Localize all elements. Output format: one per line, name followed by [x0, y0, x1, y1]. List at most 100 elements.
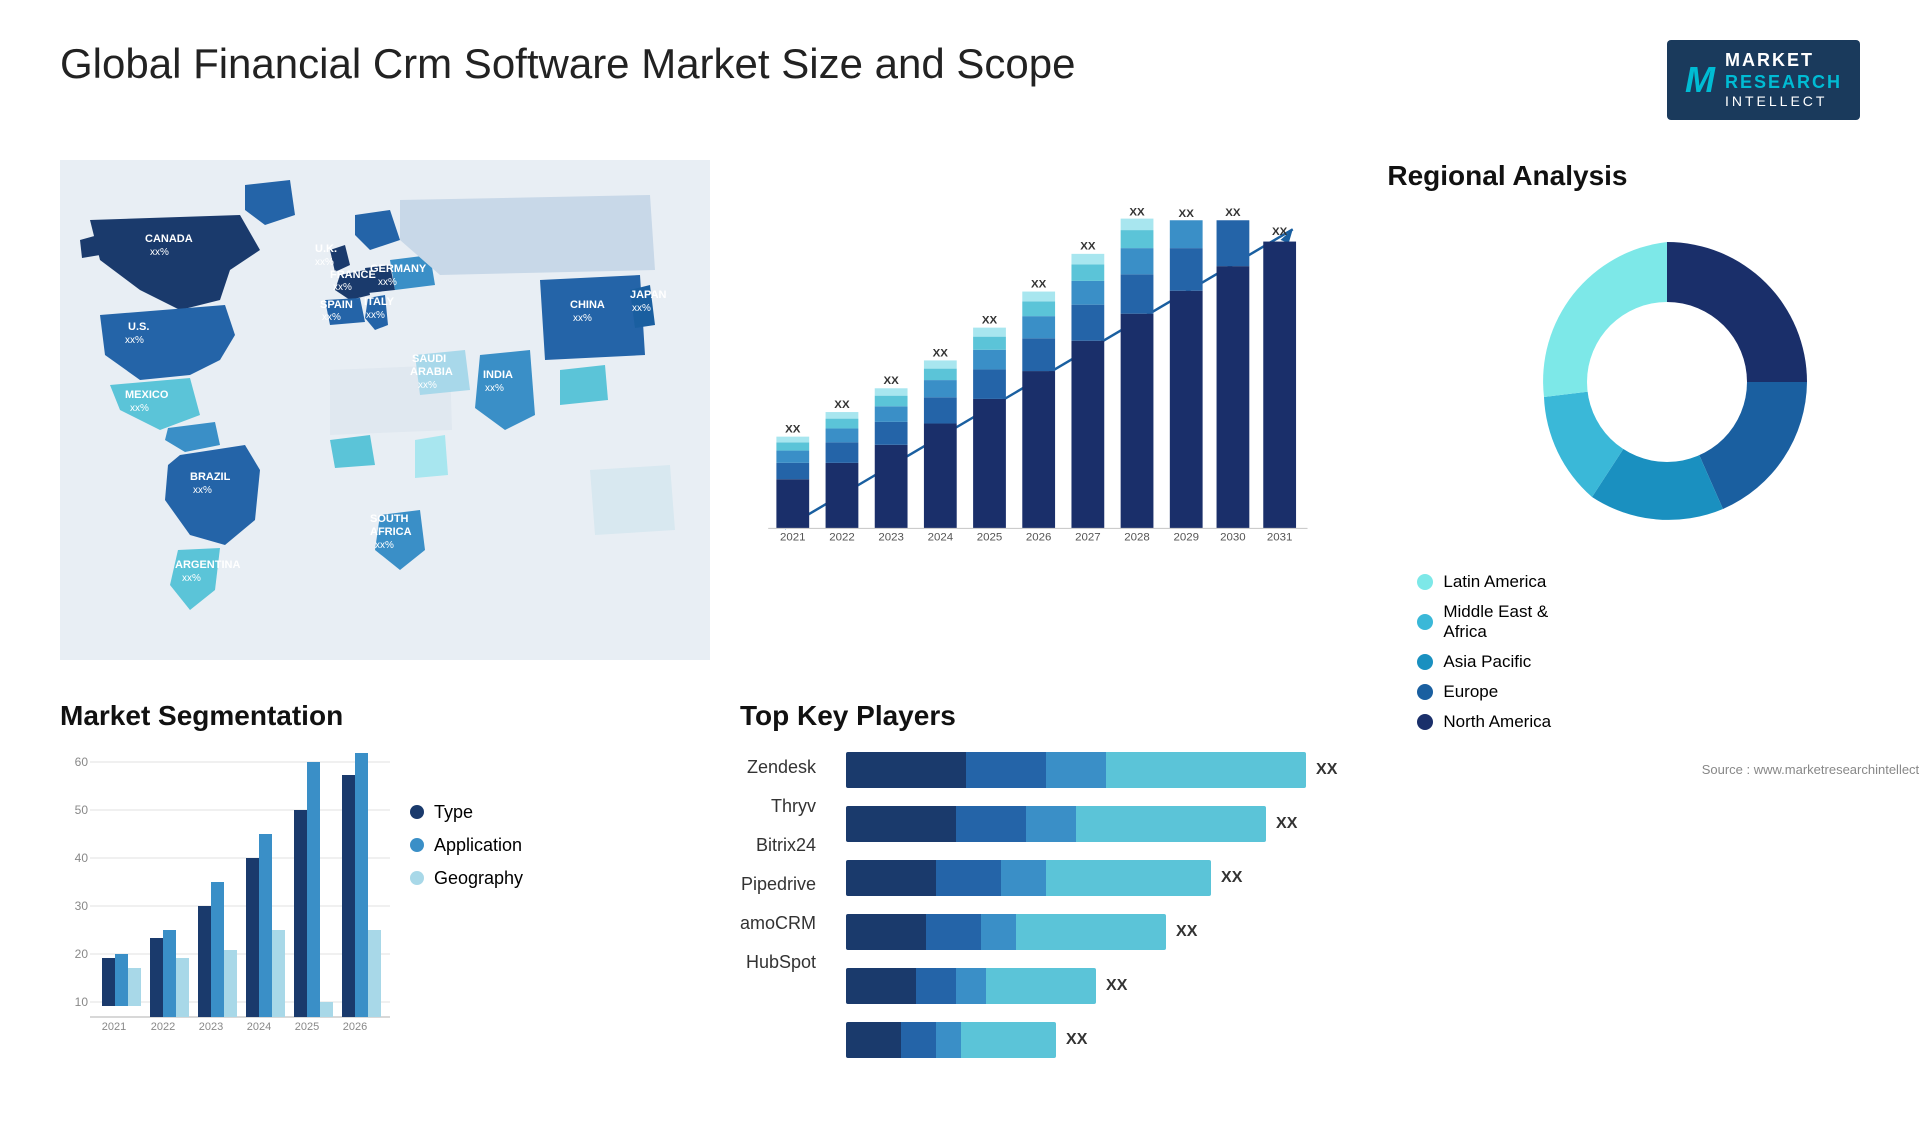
- svg-text:60: 60: [75, 755, 89, 769]
- bar-2021-year: 2021: [780, 532, 806, 544]
- logo-line1: MARKET: [1725, 50, 1842, 72]
- germany-value: xx%: [378, 277, 397, 288]
- player-bar-bitrix24: XX: [846, 860, 1337, 896]
- label-europe: Europe: [1443, 682, 1498, 702]
- svg-text:2028: 2028: [1124, 532, 1150, 544]
- legend-europe: Europe: [1417, 682, 1551, 702]
- legend-mea: Middle East &Africa: [1417, 602, 1551, 642]
- japan-label: JAPAN: [630, 289, 667, 301]
- svg-text:20: 20: [75, 947, 89, 961]
- pipedrive-seg2: [926, 914, 981, 950]
- svg-text:XX: XX: [1179, 208, 1195, 220]
- svg-text:2023: 2023: [878, 532, 904, 544]
- mexico-value: xx%: [130, 403, 149, 414]
- regional-title: Regional Analysis: [1387, 160, 1920, 192]
- zendesk-seg2: [966, 752, 1046, 788]
- label-geography: Geography: [434, 868, 523, 889]
- amocrm-seg3: [956, 968, 986, 1004]
- main-grid: CANADA xx% U.S. xx% MEXICO xx% BRAZIL xx…: [60, 150, 1860, 1076]
- svg-text:2021: 2021: [102, 1021, 126, 1033]
- svg-text:XX: XX: [1272, 226, 1288, 238]
- spain-value: xx%: [322, 312, 341, 323]
- bitrix24-seg2: [936, 860, 1001, 896]
- page-container: Global Financial Crm Software Market Siz…: [0, 0, 1920, 1146]
- hubspot-track: [846, 1022, 1056, 1058]
- saudi-value: xx%: [418, 380, 437, 391]
- svg-text:2022: 2022: [829, 532, 855, 544]
- zendesk-seg4: [1106, 752, 1306, 788]
- japan-value: xx%: [632, 303, 651, 314]
- market-seg-section: Market Segmentation 60 50 40 30 20 10: [60, 700, 710, 1076]
- bitrix24-track: [846, 860, 1211, 896]
- dot-north-america: [1417, 714, 1433, 730]
- canada-label: CANADA: [145, 233, 193, 245]
- pipedrive-track: [846, 914, 1166, 950]
- zendesk-seg1: [846, 752, 966, 788]
- uk-value: xx%: [315, 257, 334, 268]
- donut-svg: [1497, 212, 1837, 552]
- bar-2021-seg5: [776, 437, 809, 443]
- key-players-title: Top Key Players: [740, 700, 1337, 732]
- svg-text:2026: 2026: [343, 1021, 367, 1033]
- svg-text:2031: 2031: [1267, 532, 1293, 544]
- legend-type: Type: [410, 802, 523, 823]
- bitrix24-seg4: [1046, 860, 1211, 896]
- header: Global Financial Crm Software Market Siz…: [60, 40, 1860, 120]
- bitrix24-seg3: [1001, 860, 1046, 896]
- svg-text:10: 10: [75, 995, 89, 1009]
- canada-value: xx%: [150, 247, 169, 258]
- legend-latin-america: Latin America: [1417, 572, 1551, 592]
- regional-legend: Latin America Middle East &Africa Asia P…: [1387, 572, 1551, 732]
- bar-2021-seg3: [776, 451, 809, 463]
- saudi-label: SAUDI: [412, 353, 446, 365]
- dot-europe: [1417, 684, 1433, 700]
- player-amocrm: amoCRM: [740, 913, 816, 934]
- donut-area: [1497, 212, 1837, 552]
- logo-m-letter: M: [1685, 59, 1715, 101]
- thryv-track: [846, 806, 1266, 842]
- dot-mea: [1417, 614, 1433, 630]
- players-names: Zendesk Thryv Bitrix24 Pipedrive amoCRM …: [740, 752, 816, 973]
- china-shape: [540, 275, 645, 360]
- hubspot-seg3: [936, 1022, 961, 1058]
- bar-2021-seg4: [776, 442, 809, 450]
- regional-section: Regional Analysis: [1367, 150, 1920, 1076]
- bar-2021-value: XX: [785, 424, 801, 436]
- svg-text:2029: 2029: [1173, 532, 1199, 544]
- svg-text:2027: 2027: [1075, 532, 1101, 544]
- brazil-label: BRAZIL: [190, 471, 231, 483]
- south-africa-value: xx%: [375, 540, 394, 551]
- bar-2021-seg2: [776, 463, 809, 479]
- amocrm-seg4: [986, 968, 1096, 1004]
- pipedrive-seg1: [846, 914, 926, 950]
- hubspot-seg1: [846, 1022, 901, 1058]
- svg-text:XX: XX: [883, 375, 899, 387]
- france-value: xx%: [333, 282, 352, 293]
- seg-chart-svg: 60 50 40 30 20 10: [60, 752, 400, 1042]
- svg-text:XX: XX: [1080, 241, 1096, 253]
- player-thryv: Thryv: [740, 796, 816, 817]
- logo-box: M MARKET RESEARCH INTELLECT: [1667, 40, 1860, 120]
- south-africa-label: SOUTH: [370, 513, 409, 525]
- amocrm-seg2: [916, 968, 956, 1004]
- player-bar-zendesk: XX: [846, 752, 1337, 788]
- pipedrive-seg3: [981, 914, 1016, 950]
- india-label: INDIA: [483, 369, 513, 381]
- thryv-seg1: [846, 806, 956, 842]
- svg-text:XX: XX: [1031, 278, 1047, 290]
- svg-text:30: 30: [75, 899, 89, 913]
- key-players-section: Top Key Players Zendesk Thryv Bitrix24 P…: [740, 700, 1337, 1076]
- germany-label: GERMANY: [370, 263, 427, 275]
- china-value: xx%: [573, 313, 592, 324]
- dot-geography: [410, 871, 424, 885]
- dot-asia-pacific: [1417, 654, 1433, 670]
- player-hubspot: HubSpot: [740, 952, 816, 973]
- player-bitrix24: Bitrix24: [740, 835, 816, 856]
- svg-text:XX: XX: [834, 399, 850, 411]
- label-latin-america: Latin America: [1443, 572, 1546, 592]
- argentina-value: xx%: [182, 573, 201, 584]
- us-value: xx%: [125, 335, 144, 346]
- bitrix24-value: XX: [1221, 869, 1242, 887]
- brazil-value: xx%: [193, 485, 212, 496]
- spain-label: SPAIN: [320, 299, 353, 311]
